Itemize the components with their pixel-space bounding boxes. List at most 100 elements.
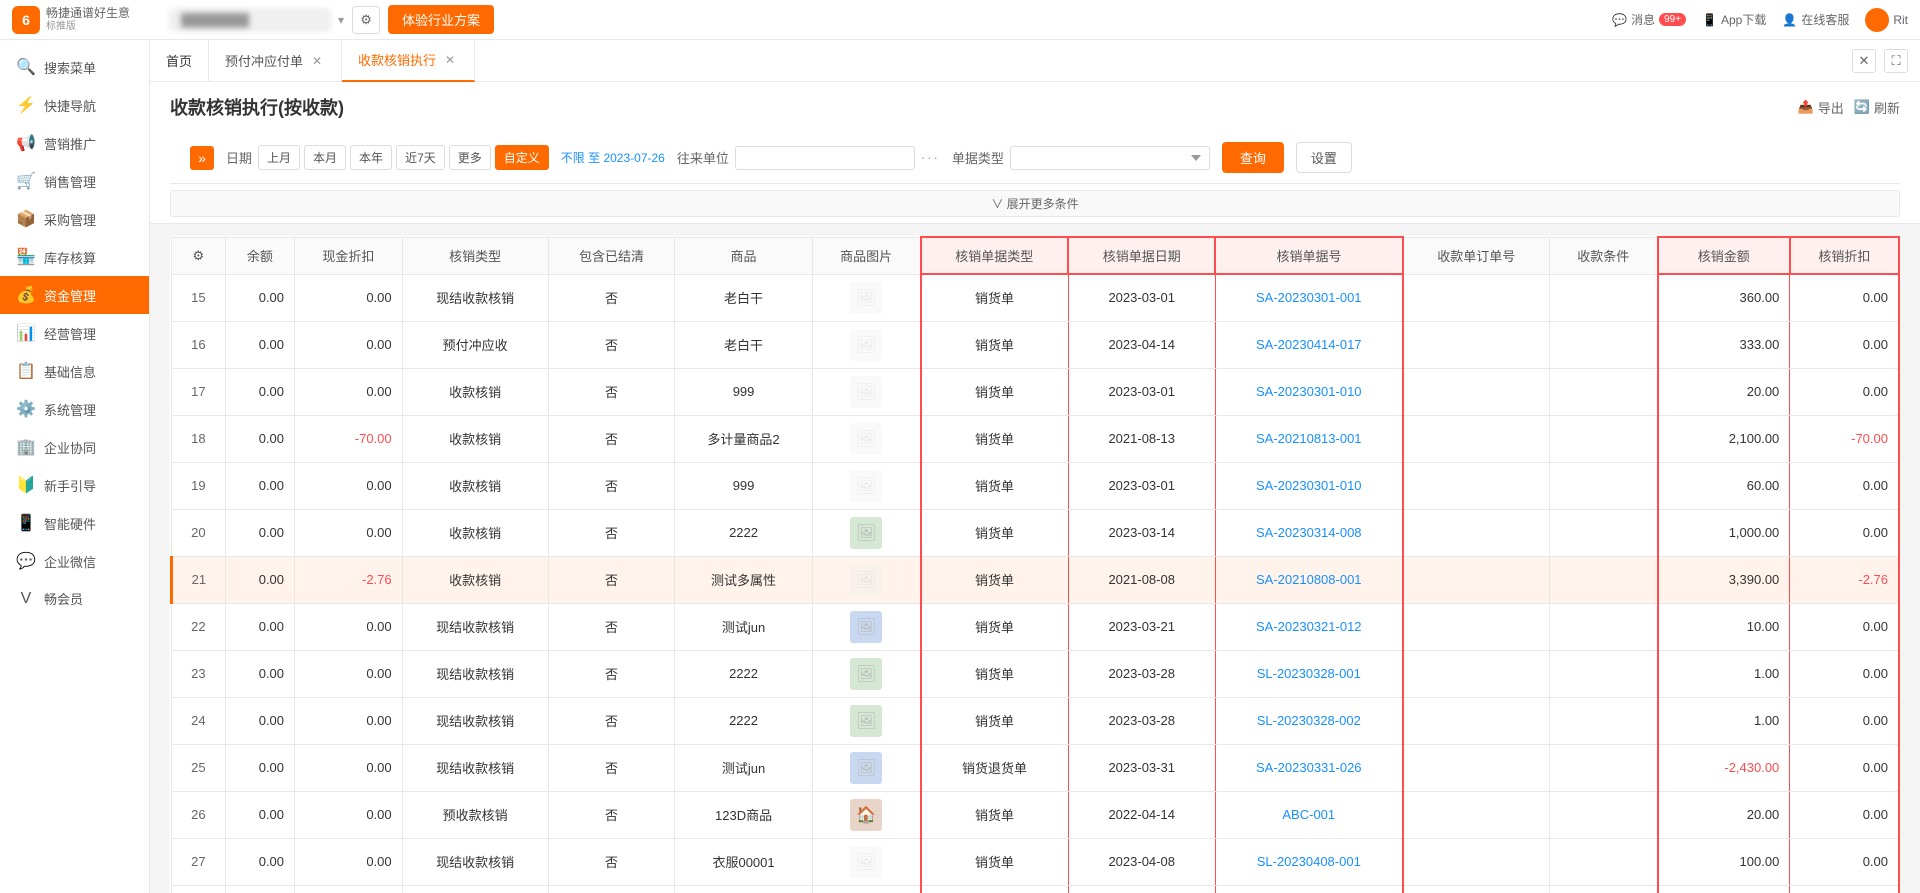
sidebar-item-quick-nav[interactable]: ⚡ 快捷导航 — [0, 86, 149, 124]
tab-receive-close[interactable]: ✕ — [442, 52, 458, 68]
row-cancel-no[interactable]: SA-20230331-026 — [1215, 744, 1402, 791]
row-receipt-cond — [1549, 744, 1657, 791]
partner-input[interactable] — [735, 146, 915, 170]
row-goods: 老白干 — [675, 274, 812, 321]
export-btn[interactable]: 📤 导出 — [1798, 98, 1844, 117]
sidebar-item-hardware[interactable]: 📱 智能硬件 — [0, 504, 149, 542]
this-year-btn[interactable]: 本年 — [350, 145, 392, 170]
message-btn[interactable]: 💬 消息 99+ — [1612, 11, 1686, 28]
col-balance-header: 余额 — [225, 237, 294, 274]
row-cancel-no[interactable]: SA-20230301-010 — [1215, 462, 1402, 509]
row-cancel-no[interactable]: SL-20230418-001 — [1215, 885, 1402, 893]
row-goods: 2222 — [675, 697, 812, 744]
col-gear-header[interactable]: ⚙ — [172, 237, 226, 274]
logo-icon: 6 — [12, 6, 40, 34]
tab-close-btn[interactable]: ✕ — [1852, 49, 1876, 73]
row-settled: 否 — [548, 368, 675, 415]
company-selector[interactable]: ████████ — [170, 9, 330, 31]
row-cancel-type: 销货单 — [921, 603, 1068, 650]
online-service-btn[interactable]: 👤 在线客服 — [1782, 11, 1849, 28]
row-receipt-cond — [1549, 368, 1657, 415]
row-cancel-amount: 2,100.00 — [1658, 415, 1790, 462]
sidebar-item-member[interactable]: V 畅会员 — [0, 580, 149, 617]
col-cancel-type-header: 核销单据类型 — [921, 237, 1068, 274]
row-seq: 22 — [172, 603, 226, 650]
last-month-btn[interactable]: 上月 — [258, 145, 300, 170]
user-area[interactable]: Rit — [1865, 8, 1908, 32]
search-icon: 🔍 — [16, 57, 36, 77]
sidebar-item-system[interactable]: ⚙️ 系统管理 — [0, 390, 149, 428]
settings-icon[interactable]: ⚙ — [352, 6, 380, 34]
row-cancel-no[interactable]: SL-20230408-001 — [1215, 838, 1402, 885]
sidebar-item-purchase[interactable]: 📦 采购管理 — [0, 200, 149, 238]
sidebar: 🔍 搜索菜单 ⚡ 快捷导航 📢 营销推广 🛒 销售管理 📦 采购管理 🏪 库存核… — [0, 40, 150, 893]
row-goods-img: 🖼 — [812, 556, 920, 603]
row-cancel-no[interactable]: SA-20210813-001 — [1215, 415, 1402, 462]
row-type: 现结收款核销 — [402, 274, 548, 321]
sidebar-item-wechat[interactable]: 💬 企业微信 — [0, 542, 149, 580]
row-receipt-cond — [1549, 415, 1657, 462]
row-cancel-amount: 60.00 — [1658, 462, 1790, 509]
row-receipt-no — [1403, 556, 1550, 603]
row-cancel-amount: 20.00 — [1658, 791, 1790, 838]
row-cancel-no[interactable]: SA-20230414-017 — [1215, 321, 1402, 368]
data-table: ⚙ 余额 现金折扣 核销类型 包含已结清 商品 商品图片 核销单据类型 核销单据… — [170, 236, 1900, 893]
row-cancel-no[interactable]: SA-20230314-008 — [1215, 509, 1402, 556]
row-cancel-date: 2023-03-28 — [1068, 697, 1215, 744]
row-cancel-no[interactable]: SA-20230321-012 — [1215, 603, 1402, 650]
doctype-select[interactable] — [1010, 146, 1210, 170]
sidebar-item-base-info[interactable]: 📋 基础信息 — [0, 352, 149, 390]
sidebar-item-search[interactable]: 🔍 搜索菜单 — [0, 48, 149, 86]
refresh-btn[interactable]: 🔄 刷新 — [1854, 98, 1900, 117]
table-row: 150.000.00现结收款核销否老白干🖼销货单2023-03-01SA-202… — [172, 274, 1900, 321]
page-header: 收款核销执行(按收款) 📤 导出 🔄 刷新 » — [150, 82, 1920, 224]
sidebar-item-finance[interactable]: 💰 资金管理 — [0, 276, 149, 314]
sidebar-item-corp[interactable]: 🏢 企业协同 — [0, 428, 149, 466]
filter-bar: » 日期 上月 本月 本年 近7天 更多 自定义 不限 至 202 — [170, 132, 1900, 184]
row-goods: 2222 — [675, 509, 812, 556]
row-seq: 23 — [172, 650, 226, 697]
row-receipt-no — [1403, 321, 1550, 368]
more-date-btn[interactable]: 更多 — [449, 145, 491, 170]
custom-date-btn[interactable]: 自定义 — [495, 145, 549, 170]
partner-dots[interactable]: ··· — [921, 150, 940, 165]
table-row: 180.00-70.00收款核销否多计量商品2🖼销货单2021-08-13SA-… — [172, 415, 1900, 462]
tab-expand-btn[interactable]: ⛶ — [1884, 49, 1908, 73]
app-download-btn[interactable]: 📱 App下载 — [1702, 11, 1766, 28]
sidebar-item-operations[interactable]: 📊 经营管理 — [0, 314, 149, 352]
industry-btn[interactable]: 体验行业方案 — [388, 5, 494, 34]
sidebar-item-guide[interactable]: 🔰 新手引导 — [0, 466, 149, 504]
tab-receive[interactable]: 收款核销执行 ✕ — [342, 40, 475, 82]
sidebar-item-marketing[interactable]: 📢 营销推广 — [0, 124, 149, 162]
row-cancel-type: 销货单 — [921, 509, 1068, 556]
row-goods: 2222 — [675, 650, 812, 697]
filter-expand-btn[interactable]: » — [190, 146, 214, 170]
last-7days-btn[interactable]: 近7天 — [396, 145, 445, 170]
row-cancel-no[interactable]: ABC-001 — [1215, 791, 1402, 838]
logo-text: 畅捷通谱好生意 标推版 — [46, 6, 130, 32]
tab-prepay-close[interactable]: ✕ — [309, 53, 325, 69]
sidebar-item-sales[interactable]: 🛒 销售管理 — [0, 162, 149, 200]
company-dropdown-arrow[interactable]: ▾ — [338, 13, 344, 27]
row-cancel-no[interactable]: SL-20230328-002 — [1215, 697, 1402, 744]
row-type: 预付冲应收 — [402, 321, 548, 368]
row-goods: 123D商品 — [675, 791, 812, 838]
row-cancel-no[interactable]: SL-20230328-001 — [1215, 650, 1402, 697]
row-cancel-date: 2023-03-14 — [1068, 509, 1215, 556]
row-cancel-no[interactable]: SA-20230301-001 — [1215, 274, 1402, 321]
tab-prepay[interactable]: 预付冲应付单 ✕ — [209, 40, 342, 82]
query-btn[interactable]: 查询 — [1222, 142, 1284, 173]
row-cancel-no[interactable]: SA-20210808-001 — [1215, 556, 1402, 603]
row-receipt-no — [1403, 697, 1550, 744]
expand-conditions-btn[interactable]: ∨ 展开更多条件 — [170, 190, 1900, 217]
tab-home[interactable]: 首页 — [150, 40, 209, 82]
row-balance: 0.00 — [225, 462, 294, 509]
col-cancel-discount-header: 核销折扣 — [1790, 237, 1899, 274]
settings-btn[interactable]: 设置 — [1296, 142, 1352, 173]
sidebar-item-inventory[interactable]: 🏪 库存核算 — [0, 238, 149, 276]
this-month-btn[interactable]: 本月 — [304, 145, 346, 170]
row-cash-discount: 0.00 — [295, 885, 403, 893]
row-cash-discount: 0.00 — [295, 603, 403, 650]
row-cancel-no[interactable]: SA-20230301-010 — [1215, 368, 1402, 415]
partner-filter-group: 往来单位 ··· — [677, 146, 940, 170]
